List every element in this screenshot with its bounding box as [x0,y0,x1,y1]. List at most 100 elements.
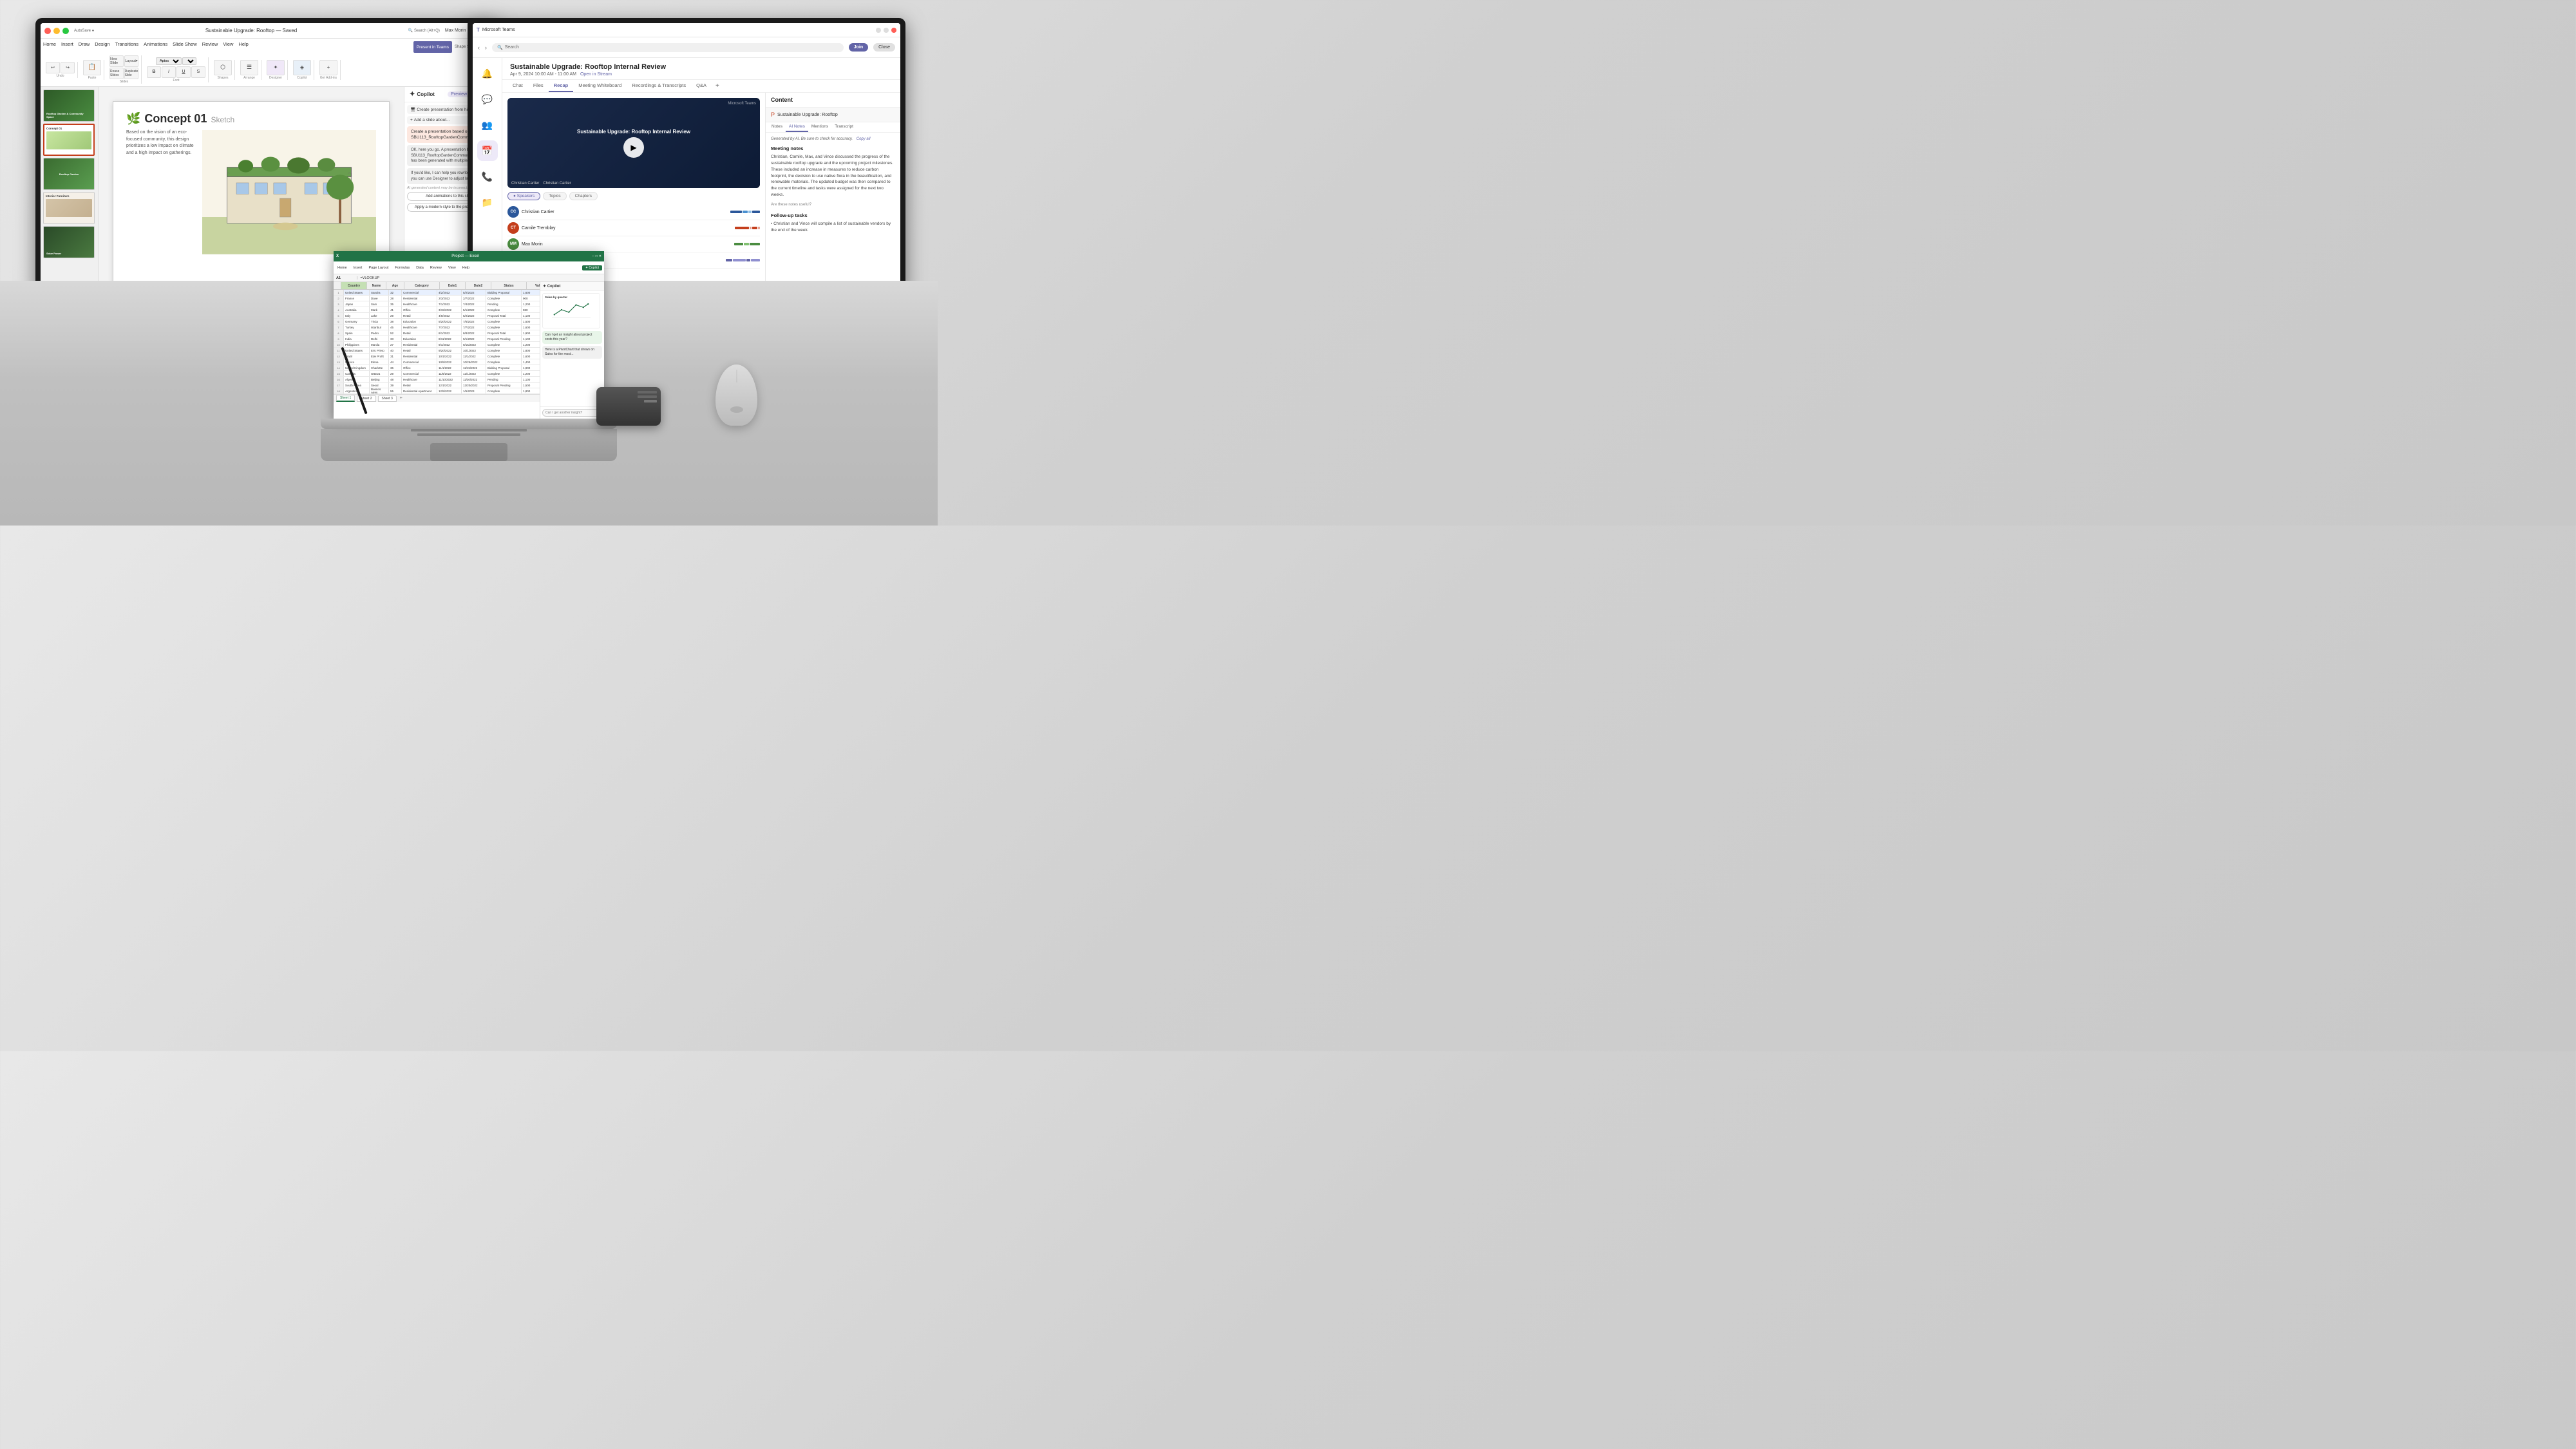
tab-files[interactable]: Files [528,80,549,92]
topics-filter-button[interactable]: Topics [543,192,566,200]
tab-draw[interactable]: Draw [79,41,90,53]
copy-all-button[interactable]: Copy all [857,137,871,141]
minimize-btn[interactable] [53,28,60,34]
transcript-tab[interactable]: Transcript [831,122,857,132]
excel-data-row[interactable]: 6GermanyTricia38Education5/20/20227/5/20… [339,319,540,325]
excel-data-row[interactable]: 13MexicoElena44Commercial10/5/202210/25/… [339,359,540,365]
tab-insert[interactable]: Insert [61,41,73,53]
slide-thumb-1[interactable]: Rooftop Garden & Community Space [43,90,95,122]
excel-data-row[interactable]: 7TurkeyIstanbul45Healthcare7/7/20227/7/2… [339,325,540,330]
excel-minimize[interactable]: ─ [592,256,594,258]
italic-button[interactable]: I [162,66,176,78]
col-header-C[interactable]: Age [386,282,404,289]
chapters-filter-button[interactable]: Chapters [569,192,598,200]
excel-tab-page-layout[interactable]: Page Layout [366,265,390,270]
excel-tab-insert[interactable]: Insert [352,265,365,270]
teams-play-button[interactable]: ▶ [623,137,644,158]
teams-close-meeting-button[interactable]: Close [873,43,895,52]
present-teams-button[interactable]: Present in Teams [413,41,452,53]
duplicate-button[interactable]: Duplicate Slide [124,68,138,79]
tab-qa[interactable]: Q&A [691,80,712,92]
undo-button[interactable]: ↩ [46,62,60,73]
excel-data-row[interactable]: 16AlgeriaBeijing48Healthcare11/10/202211… [339,377,540,383]
tab-help[interactable]: Help [238,41,248,53]
excel-data-row[interactable]: 18ArgentinaBuenos Aires55Residential Apa… [339,388,540,394]
teams-minimize-btn[interactable] [876,28,881,33]
pp-search[interactable]: 🔍 Search (Alt+Q) [408,28,440,33]
sheet-tab-1[interactable]: Sheet 1 [339,395,355,402]
slide-thumb-3[interactable]: Rooftop Garden [43,158,95,190]
speakers-filter-button[interactable]: ● Speakers [507,192,540,200]
excel-data-row[interactable]: 2FranceDave28Residential2/3/20222/7/2022… [339,296,540,301]
excel-formula-text[interactable]: =VLOOKUP [360,276,379,280]
arrange-button[interactable]: ☰ [240,60,258,75]
excel-data-row[interactable]: 1United StatesSandra32Commercial4/2/2022… [339,290,540,296]
teams-search-bar[interactable]: 🔍 Search [492,43,844,52]
slides-panel[interactable]: 1 Rooftop Garden & Community Space 2 Co [41,87,99,290]
teams-back-btn[interactable]: ‹ [478,44,480,51]
tab-add-button[interactable]: + [712,80,723,92]
excel-copilot-input[interactable] [542,409,599,416]
paste-button[interactable]: 📋 [83,60,101,75]
tab-recap[interactable]: Recap [549,80,574,92]
teams-open-stream-link[interactable]: Open in Stream [580,72,612,77]
sidebar-item-chat[interactable]: 💬 [477,89,498,109]
col-header-E[interactable]: Date1 [440,282,466,289]
ai-notes-tab[interactable]: AI Notes [786,122,808,132]
slide-thumb-5[interactable]: Solar Power [43,226,95,258]
tab-home[interactable]: Home [43,41,56,53]
shapes-button[interactable]: ⬡ [214,60,232,75]
tab-view[interactable]: View [223,41,233,53]
col-header-B[interactable]: Name [367,282,386,289]
excel-data-row[interactable]: 3JapanSam35Healthcare7/1/20227/4/2022Pen… [339,301,540,307]
excel-tab-formulas[interactable]: Formulas [393,265,412,270]
notes-tab[interactable]: Notes [768,122,786,132]
layout-button[interactable]: Layout▾ [124,55,138,67]
excel-tab-view[interactable]: View [446,265,458,270]
excel-data-row[interactable]: 8SpainPedro52Retail8/1/20228/8/2022Propo… [339,330,540,336]
tab-chat[interactable]: Chat [507,80,528,92]
tab-design[interactable]: Design [95,41,109,53]
excel-tab-help[interactable]: Help [460,265,471,270]
bold-button[interactable]: B [147,66,161,78]
font-size-select[interactable]: 11 [182,57,196,65]
laptop-trackpad[interactable] [430,443,507,461]
col-header-D[interactable]: Category [404,282,440,289]
excel-data-row[interactable]: 4AustraliaMark41Office3/15/20225/1/2022C… [339,307,540,313]
teams-content-link[interactable]: P Sustainable Upgrade: Rooftop [766,108,900,122]
col-header-H[interactable]: Value [527,282,540,289]
teams-forward-btn[interactable]: › [485,44,487,51]
excel-cell-reference[interactable]: A1 [339,276,354,280]
redo-button[interactable]: ↪ [61,62,75,73]
sheet-tab-3[interactable]: Sheet 3 [378,395,397,402]
tab-transitions[interactable]: Transitions [115,41,138,53]
copilot-button[interactable]: ◈ [293,60,311,75]
sidebar-item-calendar[interactable]: 📅 [477,140,498,161]
tab-animations[interactable]: Animations [144,41,167,53]
close-btn[interactable] [44,28,51,34]
tab-review[interactable]: Review [202,41,218,53]
teams-video-thumbnail[interactable]: Microsoft Teams Sustainable Upgrade: Roo… [507,98,760,188]
excel-data-row[interactable]: 14United KingdomCharlotte36Office11/1/20… [339,365,540,371]
excel-copilot-btn[interactable]: ✦ Copilot [582,265,599,270]
excel-tab-data[interactable]: Data [414,265,426,270]
addins-button[interactable]: + [319,60,337,75]
add-sheet-button[interactable]: + [400,396,402,401]
sidebar-item-teams[interactable]: 👥 [477,115,498,135]
excel-data-row[interactable]: 11United StatesEric Prieto40Retail9/20/2… [339,348,540,354]
teams-maximize-btn[interactable] [884,28,889,33]
teams-close-btn[interactable] [891,28,896,33]
mentions-tab[interactable]: Mentions [808,122,831,132]
col-header-F[interactable]: Date2 [466,282,491,289]
excel-data-row[interactable]: 10PhilippinesManila27Residential9/1/2022… [339,342,540,348]
new-slide-button[interactable]: New Slide [109,55,124,67]
excel-data-row[interactable]: 12BrazilEde Profit31Residential10/1/2022… [339,354,540,359]
designer-button[interactable]: ✦ [267,60,285,75]
maximize-btn[interactable] [62,28,69,34]
col-header-G[interactable]: Status [491,282,527,289]
underline-button[interactable]: U [176,66,191,78]
notes-feedback[interactable]: Are these notes useful? [771,202,895,208]
sidebar-item-calls[interactable]: 📞 [477,166,498,187]
slide-thumb-2[interactable]: Concept 01 [43,124,95,156]
reuse-slides-button[interactable]: Reuse Slides [109,68,124,79]
